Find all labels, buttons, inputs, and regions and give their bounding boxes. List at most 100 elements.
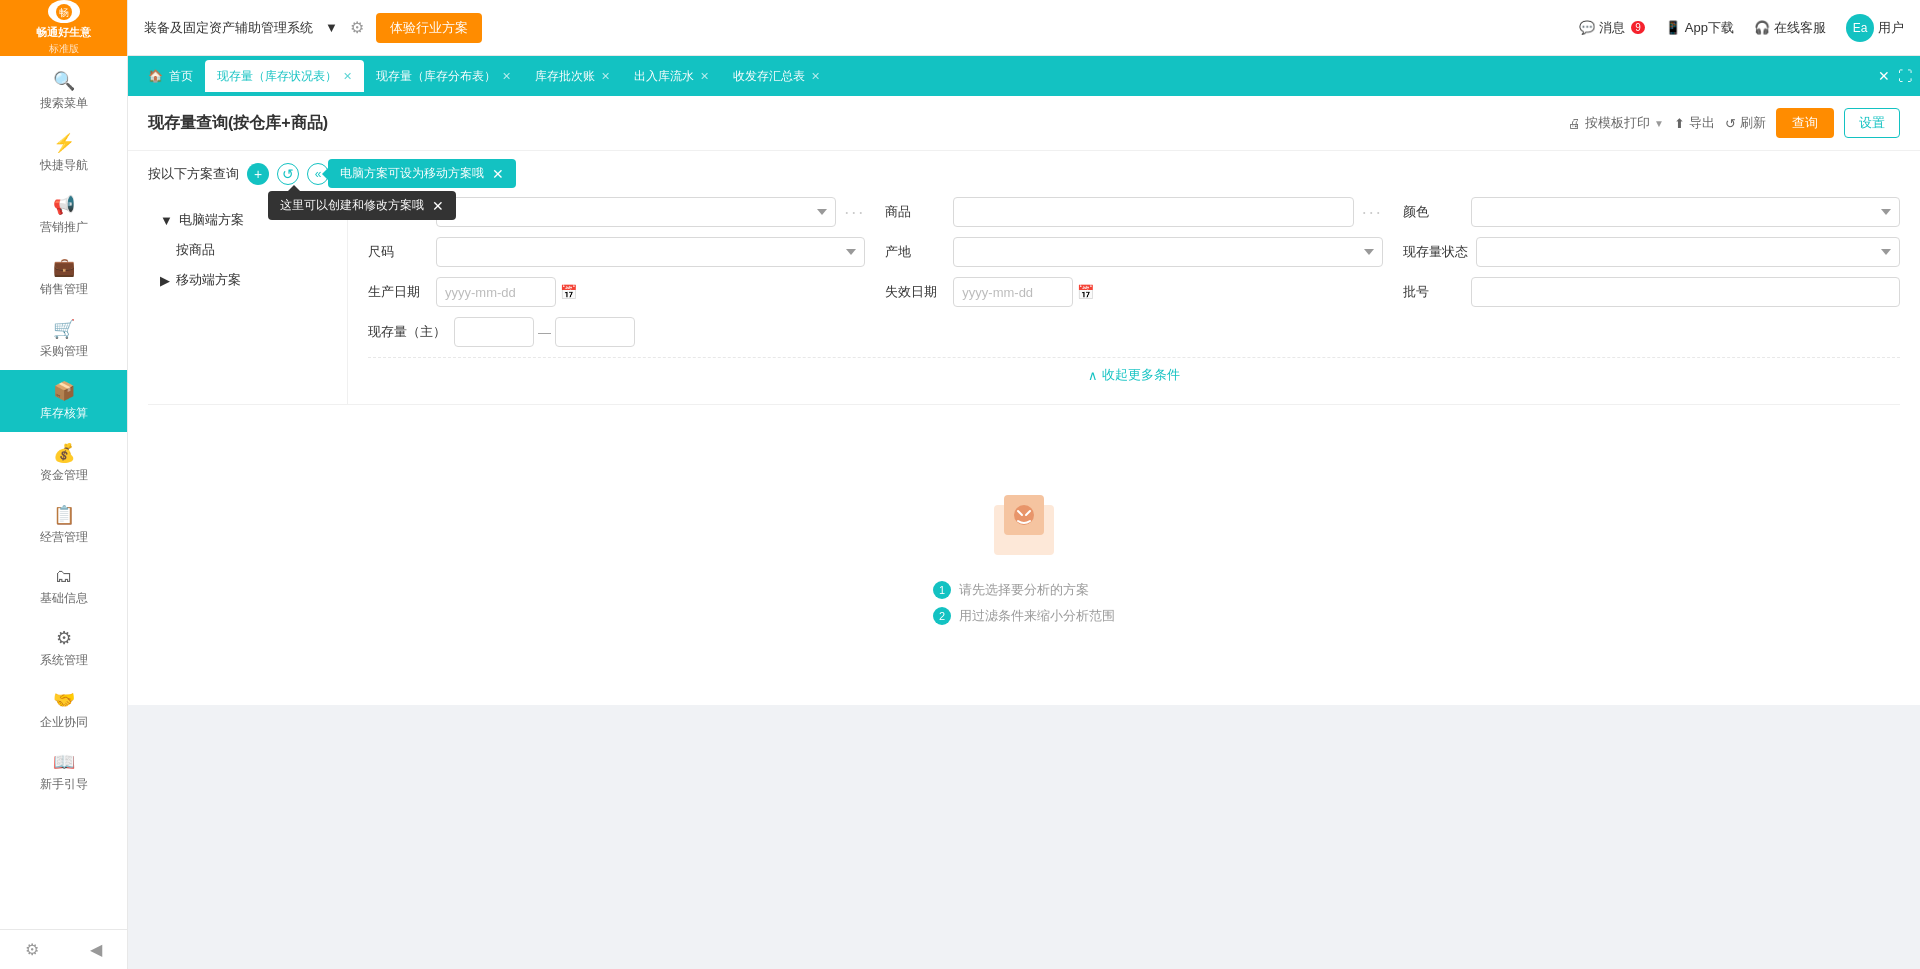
app-download-button[interactable]: 📱 App下载 (1665, 19, 1734, 37)
goods-dots[interactable]: ··· (1362, 202, 1383, 223)
expire-date-calendar-icon[interactable]: 📅 (1077, 284, 1094, 300)
settings-button[interactable]: ⚙ (25, 940, 39, 959)
tab-home[interactable]: 🏠 首页 (136, 60, 205, 92)
sidebar-item-sales[interactable]: 💼销售管理 (0, 246, 127, 308)
size-label: 尺码 (368, 243, 428, 261)
size-field: 尺码 (368, 237, 865, 267)
scheme-desktop-child[interactable]: 按商品 (148, 235, 347, 265)
collapse-button[interactable]: ∧ 收起更多条件 (1088, 366, 1180, 384)
qty-field: 现存量（主） — (368, 317, 865, 347)
add-scheme-button[interactable]: + (247, 163, 269, 185)
sidebar-item-search[interactable]: 🔍搜索菜单 (0, 60, 127, 122)
sidebar-item-label: 系统管理 (40, 652, 88, 669)
sidebar-item-inventory[interactable]: 📦库存核算 (0, 370, 127, 432)
tab-inventory-dist-label: 现存量（库存分布表） (376, 68, 496, 85)
filter-separator: ∧ 收起更多条件 (368, 357, 1900, 392)
batch-label: 批号 (1403, 283, 1463, 301)
svg-text:畅: 畅 (59, 7, 69, 18)
try-solution-button[interactable]: 体验行业方案 (376, 13, 482, 43)
tab-inventory-status[interactable]: 现存量（库存状况表） ✕ (205, 60, 364, 92)
refresh-button[interactable]: ↺ 刷新 (1725, 114, 1766, 132)
sidebar-item-marketing[interactable]: 📢营销推广 (0, 184, 127, 246)
filter-area: 电脑方案可设为移动方案哦 ✕ 按以下方案查询 + ↺ « 这里可以创建和修改方案… (128, 151, 1920, 404)
sidebar-item-operation[interactable]: 📋经营管理 (0, 494, 127, 556)
message-button[interactable]: 💬 消息 9 (1579, 19, 1645, 37)
scheme-tree: ▼ 电脑端方案 按商品 ▶ 移动端方案 (148, 197, 348, 404)
goods-input[interactable] (953, 197, 1353, 227)
sidebar-footer: ⚙ ◀ (0, 929, 127, 969)
inventory-icon: 📦 (53, 380, 75, 402)
origin-select[interactable] (953, 237, 1382, 267)
user-avatar: Ea (1846, 14, 1874, 42)
tooltip-create-close[interactable]: ✕ (432, 198, 444, 214)
color-select[interactable] (1471, 197, 1900, 227)
tab-collect-label: 收发存汇总表 (733, 68, 805, 85)
prod-date-input[interactable] (436, 277, 556, 307)
sidebar-item-label: 搜索菜单 (40, 95, 88, 112)
qty-max-input[interactable] (555, 317, 635, 347)
tab-close-flow[interactable]: ✕ (700, 70, 709, 83)
tab-close-inventory-status[interactable]: ✕ (343, 70, 352, 83)
set-button[interactable]: 设置 (1844, 108, 1900, 138)
origin-label: 产地 (885, 243, 945, 261)
filter-row-4: 现存量（主） — (368, 317, 1900, 347)
sidebar-item-collab[interactable]: 🤝企业协同 (0, 679, 127, 741)
batch-input[interactable] (1471, 277, 1900, 307)
topbar-gear-icon[interactable]: ⚙ (350, 18, 364, 37)
print-icon: 🖨 (1568, 116, 1581, 131)
goods-label: 商品 (885, 203, 945, 221)
collab-icon: 🤝 (53, 689, 75, 711)
collapse-sidebar-button[interactable]: ◀ (90, 940, 102, 959)
topbar: 装备及固定资产辅助管理系统 ▼ ⚙ 体验行业方案 💬 消息 9 📱 App下载 … (128, 0, 1920, 56)
export-button[interactable]: ⬆ 导出 (1674, 114, 1715, 132)
prod-date-calendar-icon[interactable]: 📅 (560, 284, 577, 300)
warehouse-select[interactable] (436, 197, 836, 227)
tab-inventory-dist[interactable]: 现存量（库存分布表） ✕ (364, 60, 523, 92)
system-icon: ⚙ (56, 627, 72, 649)
tab-close-collect[interactable]: ✕ (811, 70, 820, 83)
tab-expand-icon[interactable]: ⛶ (1898, 68, 1912, 84)
stock-status-field: 现存量状态 (1403, 237, 1900, 267)
refresh-scheme-button[interactable]: ↺ (277, 163, 299, 185)
tab-flow[interactable]: 出入库流水 ✕ (622, 60, 721, 92)
tab-close-all-icon[interactable]: ✕ (1878, 68, 1890, 84)
sidebar-nav: 🔍搜索菜单 ⚡快捷导航 📢营销推广 💼销售管理 🛒采购管理 📦库存核算 💰 资金管… (0, 56, 127, 929)
sidebar-item-finance[interactable]: 💰 资金管理 (0, 432, 127, 494)
support-label: 在线客服 (1774, 19, 1826, 37)
size-select[interactable] (436, 237, 865, 267)
finance-icon: 💰 (53, 442, 75, 464)
tooltip-create: 这里可以创建和修改方案哦 ✕ (268, 191, 456, 220)
logo-sub: 标准版 (49, 42, 79, 56)
system-chevron[interactable]: ▼ (325, 20, 338, 35)
system-name: 装备及固定资产辅助管理系统 (144, 19, 313, 37)
arrow-right-icon: ▶ (160, 273, 170, 288)
user-area[interactable]: Ea 用户 (1846, 14, 1904, 42)
tab-close-inventory-dist[interactable]: ✕ (502, 70, 511, 83)
query-button[interactable]: 查询 (1776, 108, 1834, 138)
sidebar-item-quick[interactable]: ⚡快捷导航 (0, 122, 127, 184)
tab-collect[interactable]: 收发存汇总表 ✕ (721, 60, 832, 92)
online-support-button[interactable]: 🎧 在线客服 (1754, 19, 1826, 37)
warehouse-dots[interactable]: ··· (844, 202, 865, 223)
tabs-actions: ✕ ⛶ (1878, 68, 1912, 84)
filter-section-title: 按以下方案查询 (148, 165, 239, 183)
tip-text-1: 请先选择要分析的方案 (959, 581, 1089, 599)
tooltip-scheme-close[interactable]: ✕ (492, 166, 504, 182)
expire-date-input[interactable] (953, 277, 1073, 307)
tab-home-label: 首页 (169, 68, 193, 85)
scheme-mobile[interactable]: ▶ 移动端方案 (148, 265, 347, 295)
print-button[interactable]: 🖨 按模板打印 ▼ (1568, 114, 1664, 132)
sidebar-item-guide[interactable]: 📖新手引导 (0, 741, 127, 803)
qty-min-input[interactable] (454, 317, 534, 347)
message-badge: 9 (1631, 21, 1645, 34)
tab-batch[interactable]: 库存批次账 ✕ (523, 60, 622, 92)
export-icon: ⬆ (1674, 116, 1685, 131)
sidebar-item-system[interactable]: ⚙ 系统管理 (0, 617, 127, 679)
tab-close-batch[interactable]: ✕ (601, 70, 610, 83)
scheme-child-label: 按商品 (176, 241, 215, 259)
sidebar-item-basic[interactable]: 🗂基础信息 (0, 556, 127, 617)
filter-row-3: 生产日期 📅 失效日期 📅 (368, 277, 1900, 307)
sidebar-item-purchase[interactable]: 🛒采购管理 (0, 308, 127, 370)
sidebar-item-label: 资金管理 (40, 467, 88, 484)
stock-status-select[interactable] (1476, 237, 1900, 267)
